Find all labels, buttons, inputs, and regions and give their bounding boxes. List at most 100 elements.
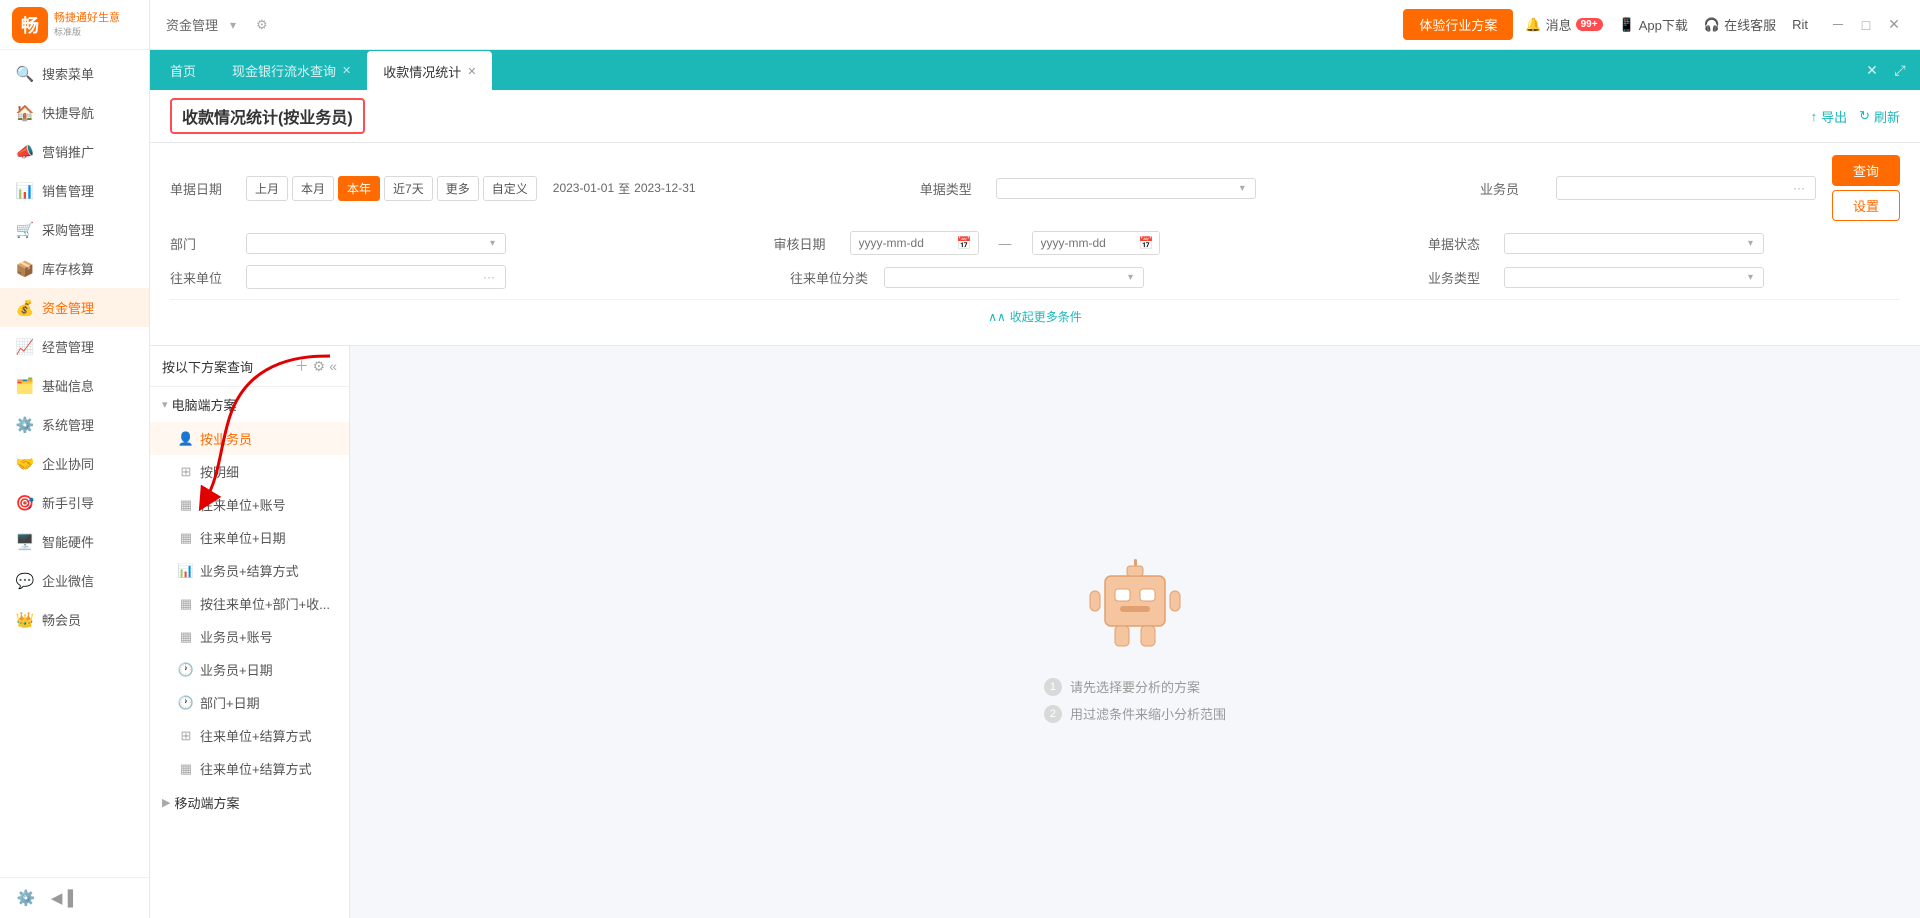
scheme-item-salesperson-date[interactable]: 🕐 业务员+日期 [150, 653, 349, 686]
audit-date-from-input[interactable] [851, 232, 951, 254]
page-title-box: 收款情况统计(按业务员) [170, 98, 365, 134]
close-button[interactable]: ✕ [1884, 15, 1904, 35]
sidebar-item-finance[interactable]: 💰 资金管理 [0, 288, 149, 327]
query-button[interactable]: 查询 [1832, 155, 1900, 186]
scheme-item-partner-payment2[interactable]: ▦ 往来单位+结算方式 [150, 752, 349, 785]
sidebar-item-system[interactable]: ⚙️ 系统管理 [0, 405, 149, 444]
sidebar-item-sales[interactable]: 📊 销售管理 [0, 171, 149, 210]
export-button[interactable]: ↑ 导出 [1811, 107, 1848, 126]
desktop-group-arrow: ▾ [162, 398, 168, 411]
sidebar-item-collab[interactable]: 🤝 企业协同 [0, 444, 149, 483]
partner-category-select[interactable]: ▾ [884, 267, 1144, 288]
sidebar-item-guide[interactable]: 🎯 新手引导 [0, 483, 149, 522]
scheme-table2-icon: ▦ [178, 530, 194, 546]
sidebar-item-marketing[interactable]: 📣 营销推广 [0, 132, 149, 171]
audit-date-to-input[interactable] [1033, 232, 1133, 254]
tab-receipt-stats-close[interactable]: ✕ [467, 65, 476, 78]
scheme-item-detail[interactable]: ⊞ 按明细 [150, 455, 349, 488]
sidebar-item-operations[interactable]: 📈 经营管理 [0, 327, 149, 366]
refresh-button[interactable]: ↻ 刷新 [1859, 107, 1900, 126]
tab-bank-flow[interactable]: 现金银行流水查询 ✕ [216, 50, 367, 90]
scheme-item-salesperson[interactable]: 👤 按业务员 [150, 422, 349, 455]
sidebar-item-inventory-label: 库存核算 [42, 259, 94, 278]
tabbar-close-button[interactable]: ✕ [1860, 58, 1884, 82]
dept-select[interactable]: ▾ [246, 233, 506, 254]
desktop-group-header[interactable]: ▾ 电脑端方案 [150, 387, 349, 422]
scheme-gear-icon[interactable]: ⚙ [313, 358, 326, 375]
voucher-type-select[interactable]: ▾ [996, 178, 1256, 199]
sidebar-item-sales-label: 销售管理 [42, 181, 94, 200]
partner-select[interactable]: ··· [246, 265, 506, 289]
filter-row-1: 单据日期 上月 本月 本年 近7天 更多 自定义 2023-01-01 [170, 155, 1900, 221]
settings-footer-icon[interactable]: ⚙️ [16, 888, 36, 908]
main-area: 资金管理 ▾ ⚙ 体验行业方案 🔔 消息 99+ 📱 App下载 🎧 在线客服 [150, 0, 1920, 918]
tab-bank-flow-close[interactable]: ✕ [342, 64, 351, 77]
home-icon: 🏠 [16, 104, 34, 122]
audit-date-to-icon[interactable]: 📅 [1133, 232, 1160, 254]
scheme-item-salesperson-account[interactable]: ▦ 业务员+账号 [150, 620, 349, 653]
scheme-collapse-icon[interactable]: « [329, 358, 337, 374]
date-to-value[interactable]: 2023-12-31 [634, 181, 695, 195]
onlineservice-action[interactable]: 🎧 在线客服 [1704, 15, 1776, 34]
sidebar-item-wechat[interactable]: 💬 企业微信 [0, 561, 149, 600]
sidebar-item-search[interactable]: 🔍 搜索菜单 [0, 54, 149, 93]
filter-row-2: 部门 ▾ 审核日期 📅 — [170, 231, 1900, 255]
scheme-add-icon[interactable]: ＋ [295, 356, 309, 376]
tabbar-expand-button[interactable]: ⤢ [1888, 58, 1912, 82]
scheme-item-salesperson-label: 按业务员 [200, 429, 252, 448]
audit-date-from-icon[interactable]: 📅 [951, 232, 978, 254]
trial-button[interactable]: 体验行业方案 [1403, 9, 1513, 40]
date-btn-custom[interactable]: 自定义 [483, 176, 537, 201]
date-btn-more[interactable]: 更多 [437, 176, 479, 201]
salesperson-more-icon: ··· [1793, 181, 1805, 195]
collapse-footer-icon[interactable]: ◀▐ [52, 888, 72, 908]
mobile-group-label: 移动端方案 [174, 793, 239, 812]
scheme-item-detail-label: 按明细 [200, 462, 239, 481]
scheme-item-partner-date[interactable]: ▦ 往来单位+日期 [150, 521, 349, 554]
sidebar-item-purchase[interactable]: 🛒 采购管理 [0, 210, 149, 249]
scheme-item-dept-date[interactable]: 🕐 部门+日期 [150, 686, 349, 719]
scheme-item-partner-payment1[interactable]: ⊞ 往来单位+结算方式 [150, 719, 349, 752]
mobile-group-header[interactable]: ▶ 移动端方案 [150, 785, 349, 820]
date-btn-thisyear[interactable]: 本年 [338, 176, 380, 201]
voucher-status-select[interactable]: ▾ [1504, 233, 1764, 254]
sidebar-item-collab-label: 企业协同 [42, 454, 94, 473]
sidebar-item-quicknav-label: 快捷导航 [42, 103, 94, 122]
chat-icon: 💬 [16, 572, 34, 590]
page-header: 收款情况统计(按业务员) ↑ 导出 ↻ 刷新 [150, 90, 1920, 143]
scheme-item-partner-dept[interactable]: ▦ 按往来单位+部门+收... [150, 587, 349, 620]
date-btn-thismonth[interactable]: 本月 [292, 176, 334, 201]
scheme-clock1-icon: 🕐 [178, 662, 194, 678]
biz-type-select[interactable]: ▾ [1504, 267, 1764, 288]
sidebar-item-hardware[interactable]: 🖥️ 智能硬件 [0, 522, 149, 561]
messages-badge: 99+ [1576, 18, 1603, 31]
scheme-table1-icon: ▦ [178, 497, 194, 513]
date-btn-lastmonth[interactable]: 上月 [246, 176, 288, 201]
empty-hint: 1 请先选择要分析的方案 2 用过滤条件来缩小分析范围 [1044, 677, 1226, 723]
messages-action[interactable]: 🔔 消息 99+ [1525, 15, 1602, 34]
collapse-label: 收起更多条件 [1010, 308, 1082, 325]
appdownload-action[interactable]: 📱 App下载 [1619, 15, 1688, 34]
settings-button[interactable]: 设置 [1832, 190, 1900, 221]
logo-name: 畅捷通好生意 [54, 11, 120, 25]
scheme-table4-icon: ▦ [178, 629, 194, 645]
date-btn-7days[interactable]: 近7天 [384, 176, 433, 201]
sidebar-item-basics[interactable]: 🗂️ 基础信息 [0, 366, 149, 405]
sidebar-item-quicknav[interactable]: 🏠 快捷导航 [0, 93, 149, 132]
maximize-button[interactable]: □ [1856, 15, 1876, 35]
sidebar-item-inventory[interactable]: 📦 库存核算 [0, 249, 149, 288]
user-name[interactable]: Rit [1792, 17, 1808, 32]
scheme-item-salesperson-payment[interactable]: 📊 业务员+结算方式 [150, 554, 349, 587]
minimize-button[interactable]: － [1828, 15, 1848, 35]
topbar-gear-icon[interactable]: ⚙ [256, 17, 268, 33]
tab-home[interactable]: 首页 [150, 50, 216, 90]
scheme-item-partner-account[interactable]: ▦ 往来单位+账号 [150, 488, 349, 521]
sidebar-item-member[interactable]: 👑 畅会员 [0, 600, 149, 639]
topbar-dropdown-icon[interactable]: ▾ [230, 18, 236, 32]
tab-receipt-stats[interactable]: 收款情况统计 ✕ [367, 51, 492, 91]
date-from-value[interactable]: 2023-01-01 [553, 181, 614, 195]
scheme-table3-icon: ▦ [178, 596, 194, 612]
salesperson-select[interactable]: ··· [1556, 176, 1816, 200]
voucher-type-label: 单据类型 [920, 179, 980, 198]
collapse-row[interactable]: ∧∧ 收起更多条件 [170, 299, 1900, 333]
